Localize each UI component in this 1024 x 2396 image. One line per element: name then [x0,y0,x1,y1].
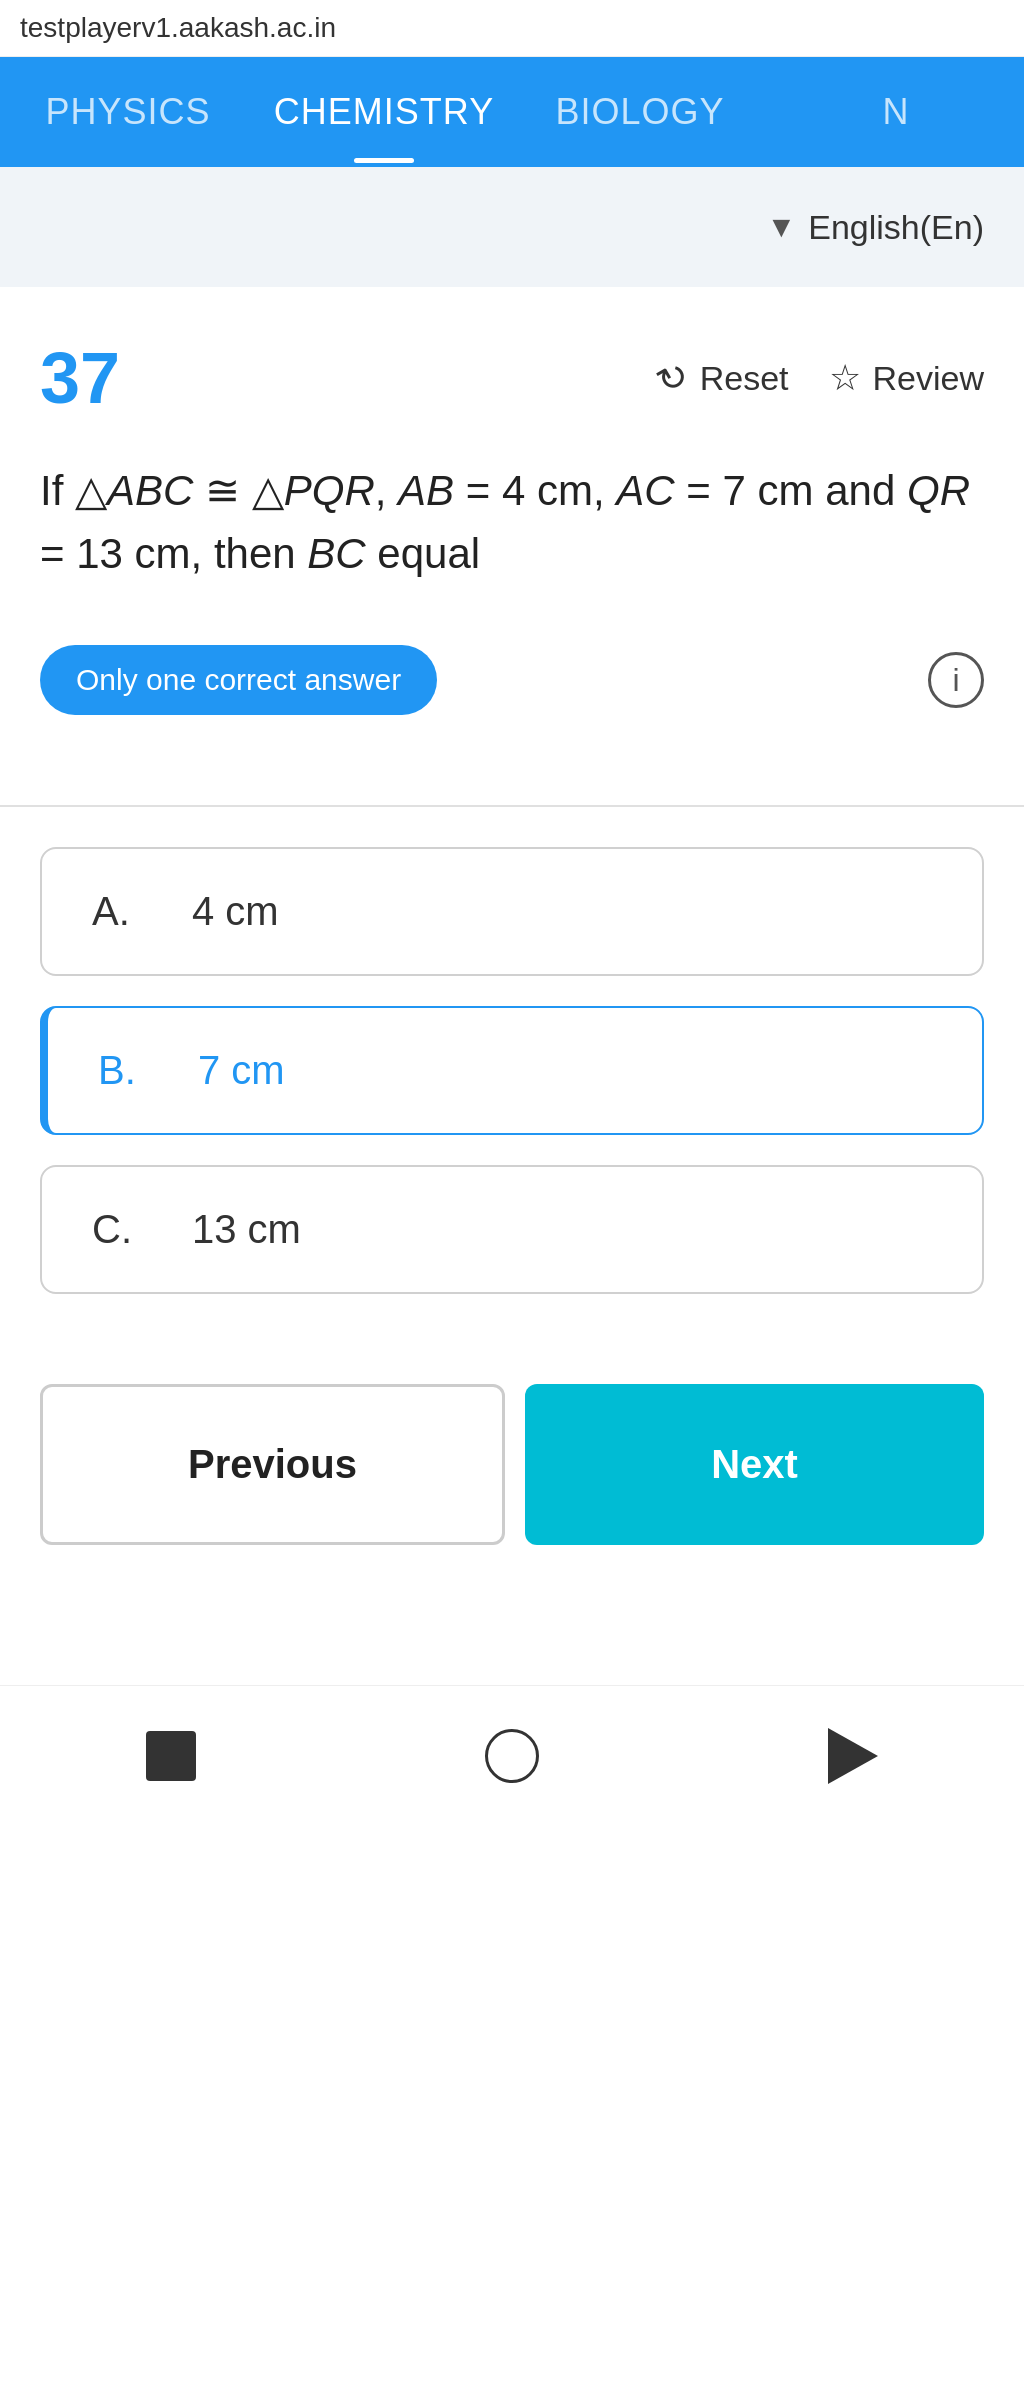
android-back-button[interactable] [482,1726,542,1786]
option-c[interactable]: C. 13 cm [40,1165,984,1294]
android-home-button[interactable] [141,1726,201,1786]
option-a-label: A. [92,889,152,934]
nav-buttons: Previous Next [0,1384,1024,1545]
question-container: 37 ↻ Reset ☆ Review If △ABC ≅ △PQR, AB =… [0,287,1024,785]
question-number: 37 [40,337,120,419]
previous-button[interactable]: Previous [40,1384,505,1545]
option-b-label: B. [98,1048,158,1093]
square-icon [146,1731,196,1781]
android-recent-button[interactable] [823,1726,883,1786]
reset-label: Reset [700,359,789,398]
answer-type-row: Only one correct answer i [40,645,984,715]
language-label: English(En) [808,208,984,247]
info-icon[interactable]: i [928,652,984,708]
options-container: A. 4 cm B. 7 cm C. 13 cm [0,827,1024,1344]
url-text: testplayerv1.aakash.ac.in [20,12,336,43]
review-label: Review [873,359,984,398]
option-a[interactable]: A. 4 cm [40,847,984,976]
answer-type-badge: Only one correct answer [40,645,437,715]
tab-physics[interactable]: PHYSICS [0,61,256,163]
reset-icon: ↻ [649,352,696,403]
option-b-value: 7 cm [198,1048,285,1093]
question-actions: ↻ Reset ☆ Review [658,357,984,399]
language-selector[interactable]: ▼ English(En) [767,208,984,247]
option-c-value: 13 cm [192,1207,301,1252]
tab-chemistry[interactable]: CHEMISTRY [256,61,512,163]
option-a-value: 4 cm [192,889,279,934]
tab-more[interactable]: N [768,61,1024,163]
language-bar: ▼ English(En) [0,167,1024,287]
reset-button[interactable]: ↻ Reset [658,357,789,399]
option-c-label: C. [92,1207,152,1252]
tab-biology[interactable]: BIOLOGY [512,61,768,163]
triangle-icon [828,1728,878,1784]
star-icon: ☆ [829,357,861,399]
status-bar: testplayerv1.aakash.ac.in [0,0,1024,57]
spacer [0,1545,1024,1625]
question-text: If △ABC ≅ △PQR, AB = 4 cm, AC = 7 cm and… [40,459,984,585]
android-nav-bar [0,1685,1024,1826]
chevron-down-icon: ▼ [767,210,797,244]
question-header: 37 ↻ Reset ☆ Review [40,337,984,419]
next-button[interactable]: Next [525,1384,984,1545]
review-button[interactable]: ☆ Review [829,357,984,399]
circle-icon [485,1729,539,1783]
divider [0,805,1024,807]
option-b[interactable]: B. 7 cm [40,1006,984,1135]
tab-navigation: PHYSICS CHEMISTRY BIOLOGY N [0,57,1024,167]
